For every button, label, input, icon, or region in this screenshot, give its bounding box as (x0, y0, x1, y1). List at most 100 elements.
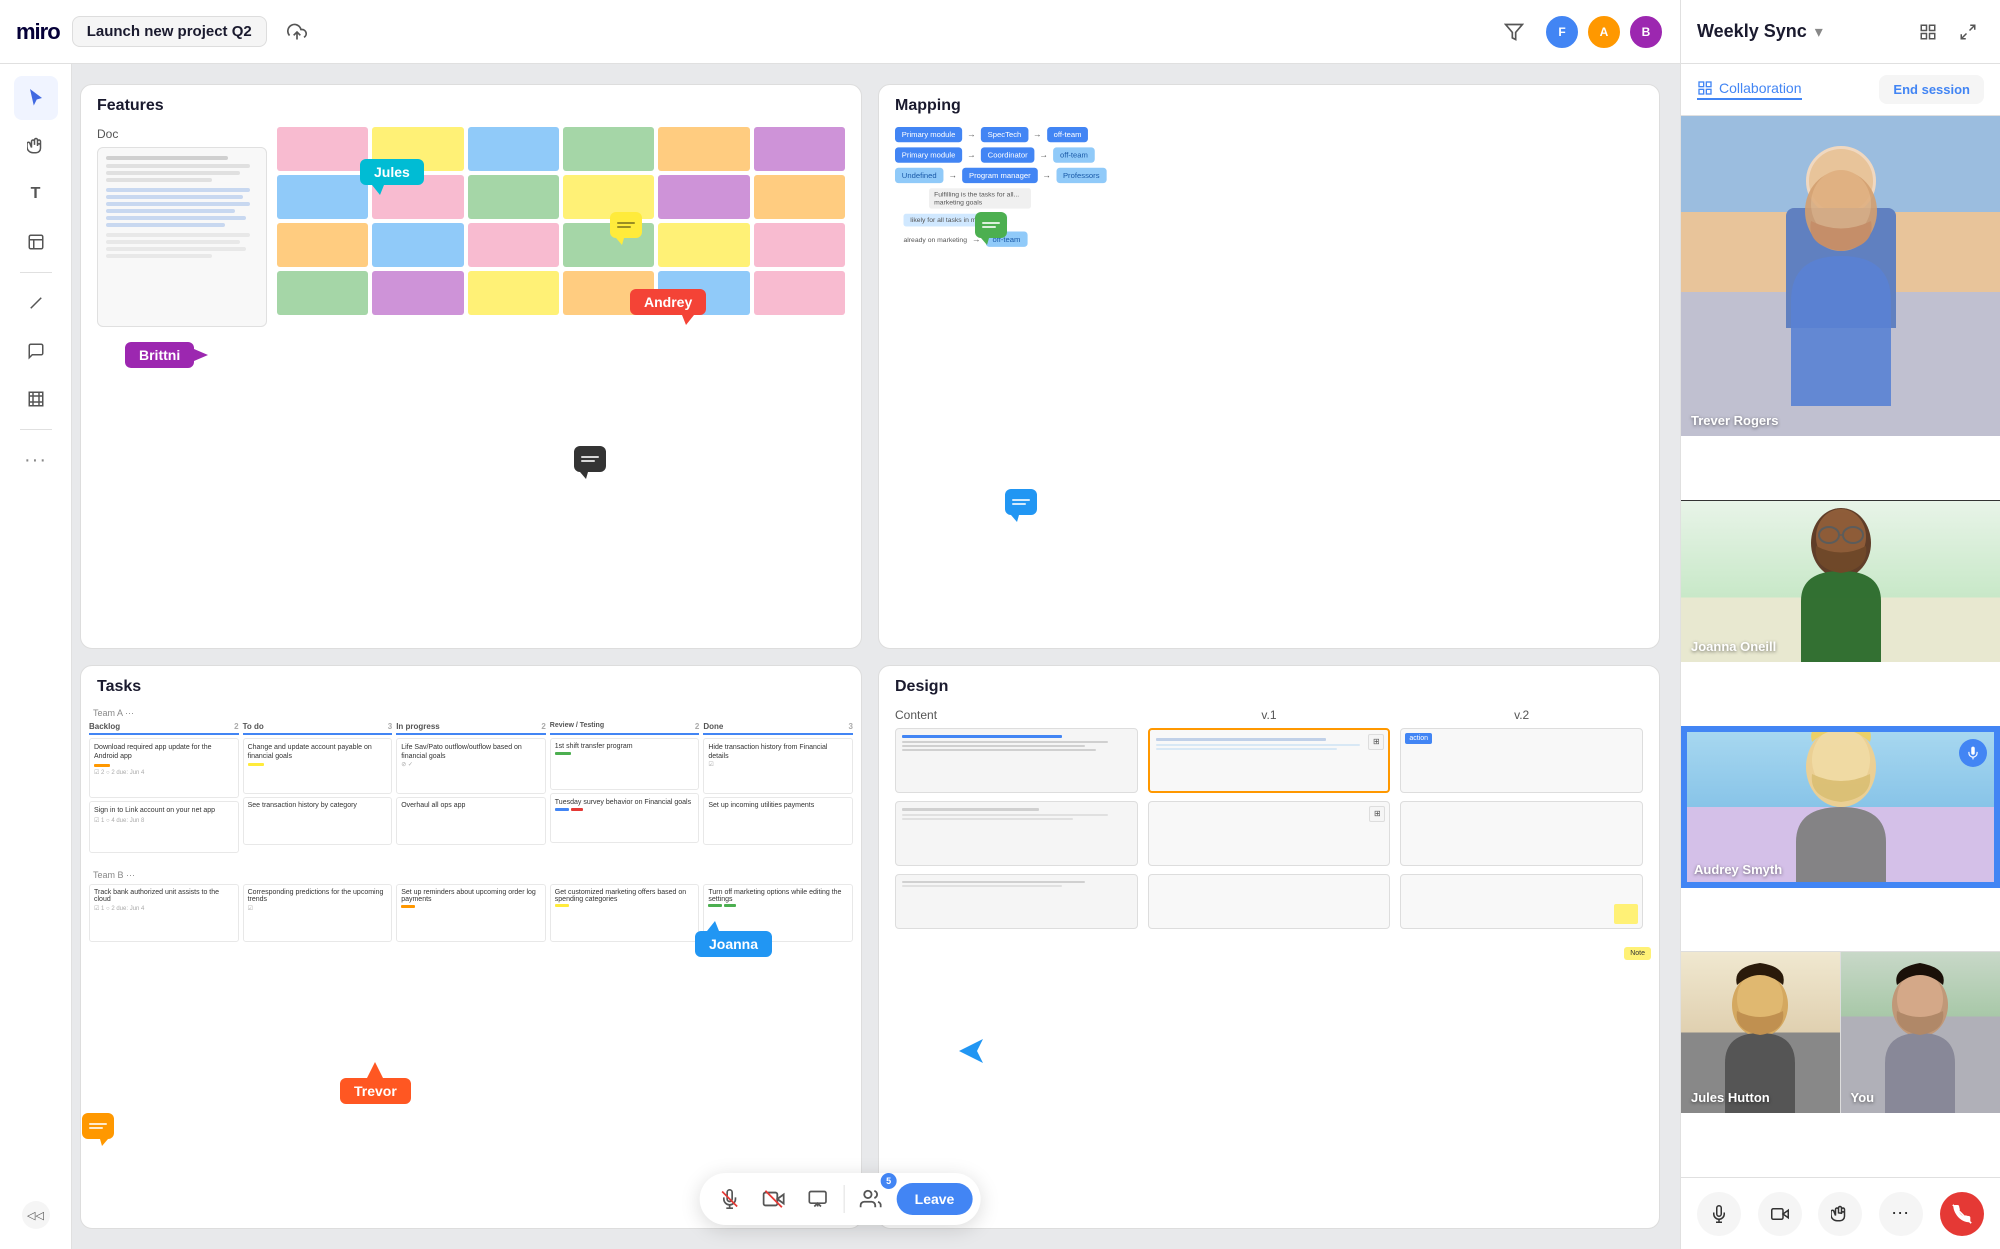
kanban-col-inprogress: In progress 2 Life Sav/Pato outflow/outf… (396, 722, 546, 862)
kanban-card[interactable]: See transaction history by category (243, 797, 393, 845)
collaboration-tab[interactable]: Collaboration (1697, 80, 1802, 100)
kanban-card[interactable]: Set up reminders about upcoming order lo… (396, 884, 546, 942)
participant-name-trever: Trever Rogers (1691, 413, 1778, 428)
v2-label: v.2 (1400, 708, 1643, 722)
sticky-note[interactable] (372, 223, 463, 267)
chat-bubble-dark[interactable] (574, 446, 606, 472)
design-frame-content-3[interactable] (895, 874, 1138, 929)
sticky-grid (277, 127, 845, 315)
canvas[interactable]: T ··· ◁◁ (0, 64, 1680, 1249)
kanban-card[interactable]: Download required app update for the And… (89, 738, 239, 798)
kanban-col-b-inprogress: Set up reminders about upcoming order lo… (396, 884, 546, 1014)
kanban-card[interactable]: Corresponding predictions for the upcomi… (243, 884, 393, 942)
cursor-tool[interactable] (14, 76, 58, 120)
tool-divider-2 (20, 429, 52, 430)
design-frame-v2-1[interactable]: action (1400, 728, 1643, 793)
design-frame-v1-3[interactable]: Note (1148, 874, 1391, 929)
participant-video-joanna: Joanna Oneill (1681, 500, 2000, 662)
project-title[interactable]: Launch new project Q2 (72, 16, 267, 47)
expand-button[interactable] (1952, 16, 1984, 48)
kanban-card[interactable]: Set up incoming utilities payments (703, 797, 853, 845)
kanban-card[interactable]: Tuesday survey behavior on Financial goa… (550, 793, 700, 843)
hand-tool[interactable] (14, 124, 58, 168)
sticky-note[interactable] (468, 175, 559, 219)
avatar-user3[interactable]: B (1628, 14, 1664, 50)
panel-mic-button[interactable] (1697, 1192, 1741, 1236)
sticky-note[interactable] (754, 271, 845, 315)
sticky-tool[interactable] (14, 220, 58, 264)
avatar-user2[interactable]: A (1586, 14, 1622, 50)
share-screen-button[interactable] (796, 1177, 840, 1221)
frame-tool[interactable] (14, 377, 58, 421)
sticky-note[interactable] (658, 223, 749, 267)
panel-camera-button[interactable] (1758, 1192, 1802, 1236)
kanban-card[interactable]: Life Sav/Pato outflow/outflow based on f… (396, 738, 546, 794)
session-dropdown-icon[interactable]: ▾ (1815, 22, 1823, 42)
kanban-card[interactable]: Get customized marketing offers based on… (550, 884, 700, 942)
filter-button[interactable] (1496, 14, 1532, 50)
camera-toggle-button[interactable] (752, 1177, 796, 1221)
chat-bubble-yellow-1[interactable] (610, 212, 642, 238)
sticky-note[interactable] (563, 127, 654, 171)
panel-hand-button[interactable] (1818, 1192, 1862, 1236)
collapse-sidebar[interactable]: ◁◁ (22, 1201, 50, 1229)
leave-session-button[interactable]: Leave (897, 1183, 973, 1215)
design-frame-v1-2[interactable]: ⊞ (1148, 801, 1391, 866)
sticky-note[interactable] (468, 223, 559, 267)
upload-button[interactable] (279, 14, 315, 50)
comment-tool[interactable] (14, 329, 58, 373)
design-frame-v2-3[interactable] (1400, 874, 1643, 929)
layout-button[interactable] (1912, 16, 1944, 48)
features-title: Features (81, 85, 861, 123)
line-tool[interactable] (14, 281, 58, 325)
sticky-note[interactable] (754, 127, 845, 171)
panel-header: Weekly Sync ▾ (1681, 0, 2000, 64)
participant-name-jules: Jules Hutton (1691, 1090, 1770, 1105)
design-content: Content v.1 v.2 (879, 704, 1659, 1219)
sticky-note[interactable] (277, 271, 368, 315)
design-frame-content-1[interactable] (895, 728, 1138, 793)
sticky-note[interactable] (658, 175, 749, 219)
kanban-card[interactable]: Track bank authorized unit assists to th… (89, 884, 239, 942)
col-header-todo: To do 3 (243, 722, 393, 735)
sticky-note[interactable] (754, 223, 845, 267)
mic-toggle-button[interactable] (708, 1177, 752, 1221)
sticky-note[interactable] (468, 127, 559, 171)
flow-note: Fulfilling is the tasks for all... marke… (929, 188, 1031, 208)
avatar-user1[interactable]: F (1544, 14, 1580, 50)
team-b-label: Team B ··· (89, 870, 853, 880)
more-tools[interactable]: ··· (14, 438, 58, 482)
kanban-card[interactable]: Sign in to Link account on your net app … (89, 801, 239, 853)
kanban-card[interactable]: Overhaul all ops app (396, 797, 546, 845)
chat-bubble-green[interactable] (975, 212, 1007, 238)
kanban-col-b-review: Get customized marketing offers based on… (550, 884, 700, 1014)
sticky-note[interactable] (372, 271, 463, 315)
chat-bubble-orange[interactable] (82, 1113, 114, 1139)
sticky-note[interactable] (658, 127, 749, 171)
sticky-note[interactable] (277, 127, 368, 171)
mapping-content: Primary module → SpecTech → off-team Pri… (879, 123, 1659, 638)
session-title-area: Weekly Sync ▾ (1697, 21, 1904, 42)
kanban-card[interactable]: 1st shift transfer program (550, 738, 700, 790)
sticky-note[interactable] (468, 271, 559, 315)
miro-logo: miro (16, 19, 60, 45)
flow-node: off-team (1047, 127, 1089, 142)
text-tool[interactable]: T (14, 172, 58, 216)
end-session-button[interactable]: End session (1879, 75, 1984, 104)
session-title: Weekly Sync (1697, 21, 1807, 42)
chat-bubble-blue[interactable] (1005, 489, 1037, 515)
kanban-card[interactable]: Change and update account payable on fin… (243, 738, 393, 794)
sticky-note[interactable] (277, 223, 368, 267)
design-frame-v2-2[interactable] (1400, 801, 1643, 866)
mic-active-indicator (1959, 739, 1987, 767)
kanban-card[interactable]: Hide transaction history from Financial … (703, 738, 853, 794)
sticky-note[interactable] (754, 175, 845, 219)
sticky-note[interactable] (277, 175, 368, 219)
panel-end-call-button[interactable] (1940, 1192, 1984, 1236)
design-frame-content-2[interactable] (895, 801, 1138, 866)
col-header-backlog: Backlog 2 (89, 722, 239, 735)
participants-button[interactable]: 5 (849, 1177, 893, 1221)
design-frame-v1-1[interactable]: ⊞ (1148, 728, 1391, 793)
flow-node: Professors (1056, 168, 1106, 183)
panel-more-button[interactable]: ⋯ (1879, 1192, 1923, 1236)
